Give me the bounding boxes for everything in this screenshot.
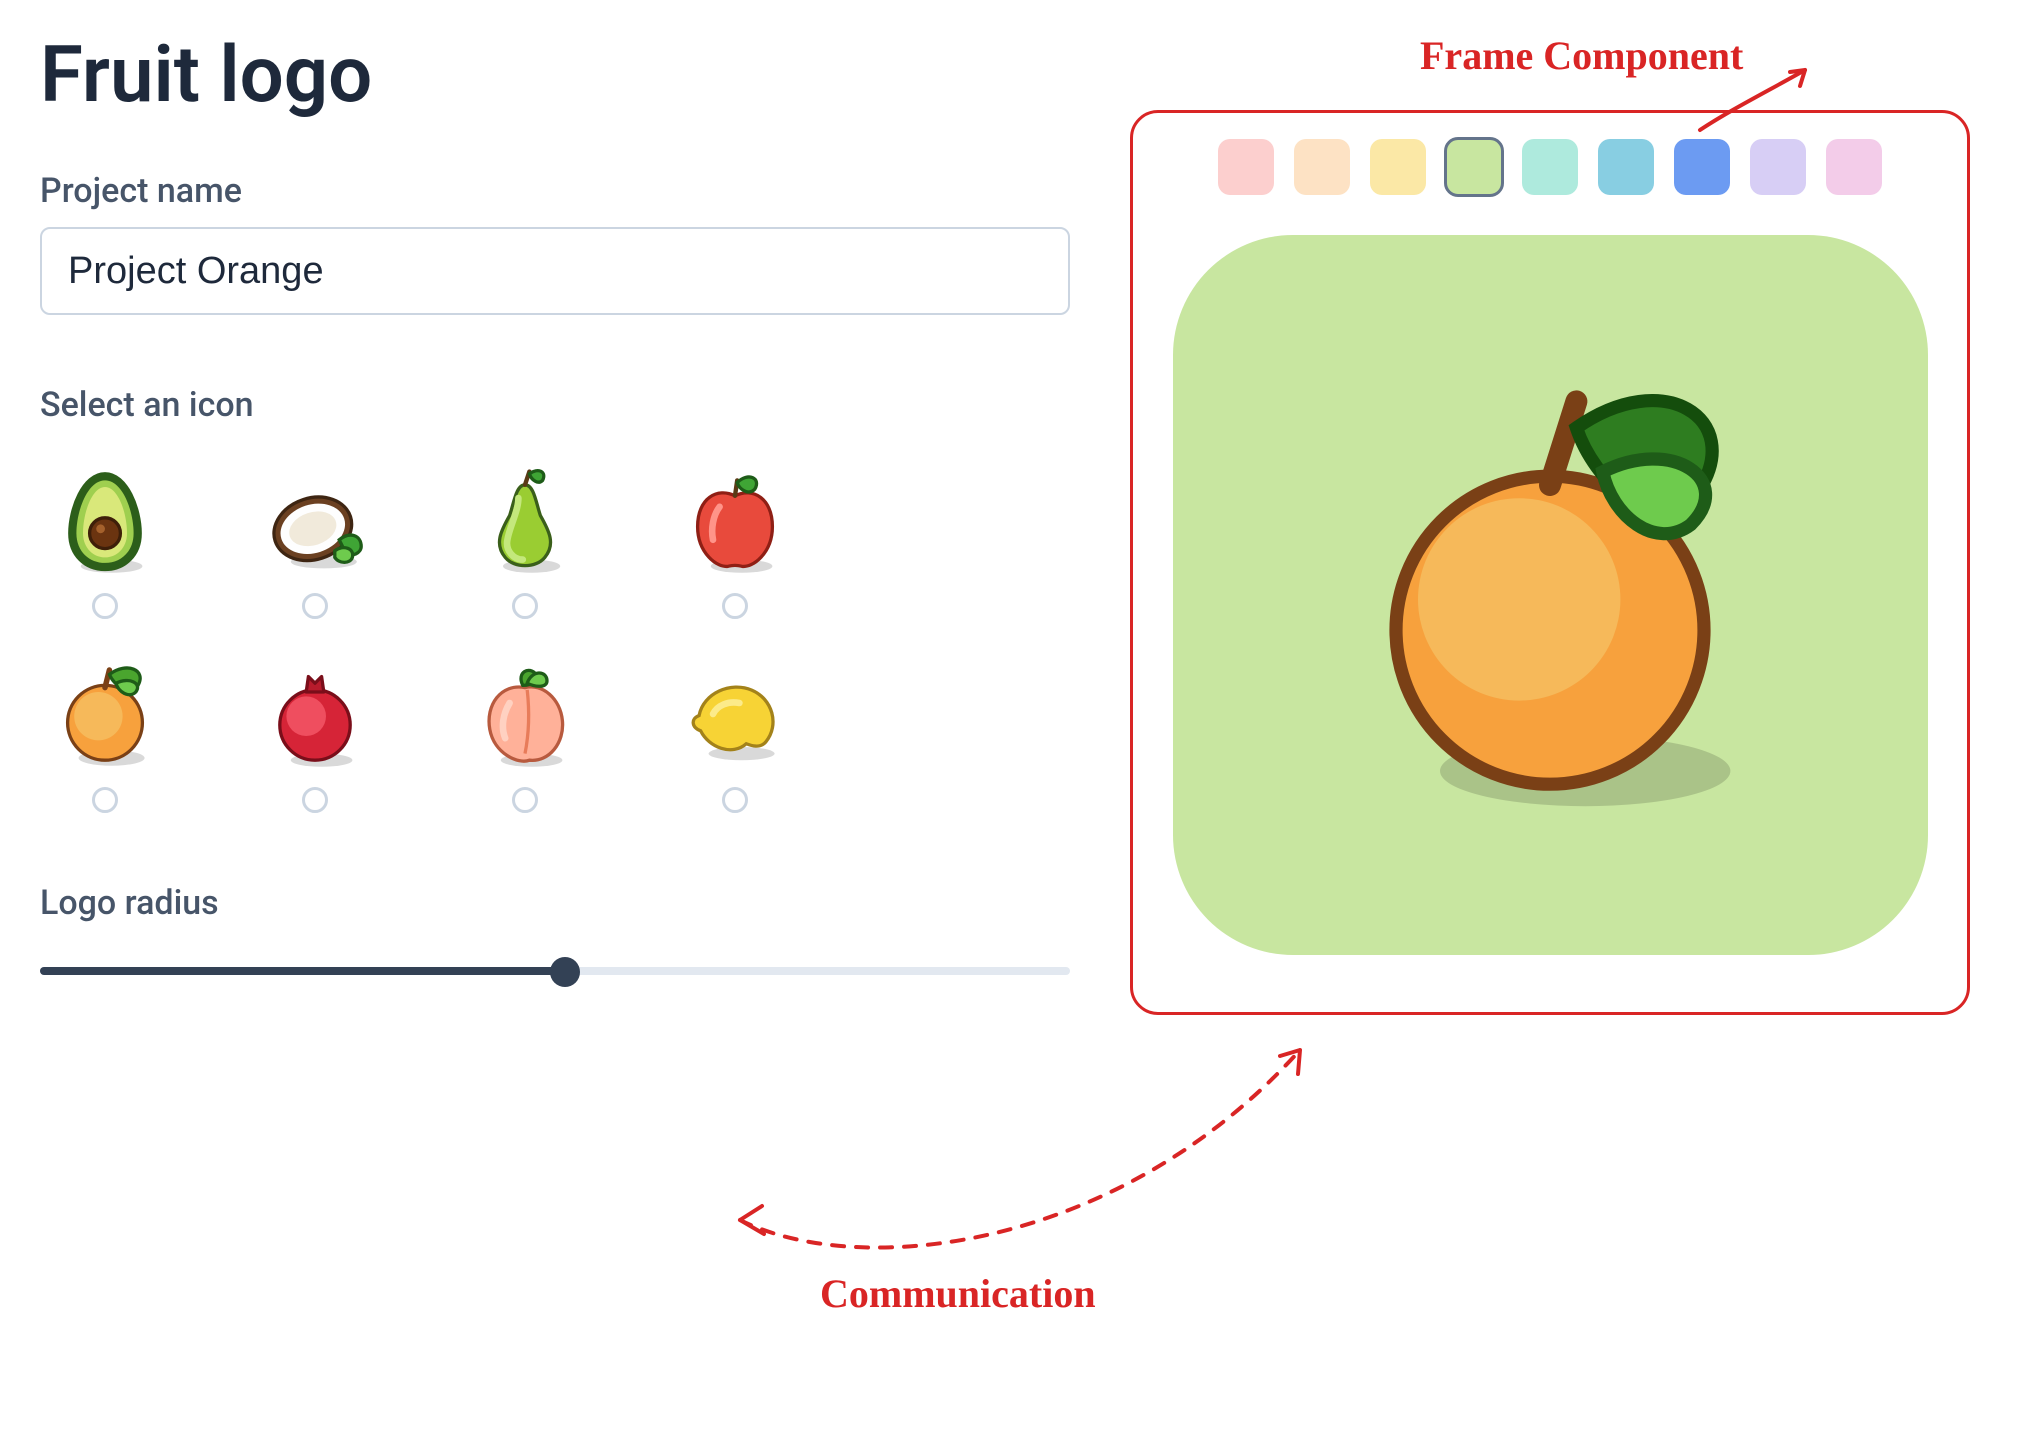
icon-option-peach[interactable] bbox=[460, 659, 590, 813]
color-swatch-0[interactable] bbox=[1218, 139, 1274, 195]
radio-lemon[interactable] bbox=[722, 787, 748, 813]
orange-icon bbox=[50, 659, 160, 769]
color-swatch-7[interactable] bbox=[1750, 139, 1806, 195]
annotation-arrow-frame-icon bbox=[1690, 60, 1820, 140]
logo-preview-icon bbox=[1330, 375, 1770, 815]
color-swatch-row bbox=[1161, 139, 1939, 195]
editor-panel: Fruit logo Project name Select an icon bbox=[40, 30, 1070, 1061]
slider-fill bbox=[40, 967, 565, 975]
project-name-label: Project name bbox=[40, 171, 1070, 211]
color-swatch-1[interactable] bbox=[1294, 139, 1350, 195]
icon-option-coconut[interactable] bbox=[250, 465, 380, 619]
radio-orange[interactable] bbox=[92, 787, 118, 813]
icon-option-pear[interactable] bbox=[460, 465, 590, 619]
radius-section: Logo radius bbox=[40, 883, 1070, 991]
radio-avocado[interactable] bbox=[92, 593, 118, 619]
radio-apple[interactable] bbox=[722, 593, 748, 619]
project-name-input[interactable] bbox=[40, 227, 1070, 315]
frame-component bbox=[1130, 110, 1970, 1015]
icon-option-avocado[interactable] bbox=[40, 465, 170, 619]
project-name-section: Project name bbox=[40, 171, 1070, 315]
icon-option-lemon[interactable] bbox=[670, 659, 800, 813]
page-title: Fruit logo bbox=[40, 30, 1070, 121]
annotation-arrow-communication-icon bbox=[700, 1020, 1340, 1280]
color-swatch-8[interactable] bbox=[1826, 139, 1882, 195]
lemon-icon bbox=[680, 659, 790, 769]
apple-icon bbox=[680, 465, 790, 575]
icon-option-orange[interactable] bbox=[40, 659, 170, 813]
pomegranate-icon bbox=[260, 659, 370, 769]
color-swatch-2[interactable] bbox=[1370, 139, 1426, 195]
color-swatch-4[interactable] bbox=[1522, 139, 1578, 195]
radius-label: Logo radius bbox=[40, 883, 1070, 923]
radio-peach[interactable] bbox=[512, 787, 538, 813]
icon-select-label: Select an icon bbox=[40, 385, 1070, 425]
radio-coconut[interactable] bbox=[302, 593, 328, 619]
icon-option-apple[interactable] bbox=[670, 465, 800, 619]
color-swatch-3[interactable] bbox=[1446, 139, 1502, 195]
pear-icon bbox=[470, 465, 580, 575]
coconut-icon bbox=[260, 465, 370, 575]
radio-pear[interactable] bbox=[512, 593, 538, 619]
peach-icon bbox=[470, 659, 580, 769]
slider-thumb[interactable] bbox=[550, 957, 580, 987]
color-swatch-6[interactable] bbox=[1674, 139, 1730, 195]
color-swatch-5[interactable] bbox=[1598, 139, 1654, 195]
radio-pomegranate[interactable] bbox=[302, 787, 328, 813]
icon-select-section: Select an icon bbox=[40, 385, 1070, 813]
icon-grid bbox=[40, 465, 1070, 813]
avocado-icon bbox=[50, 465, 160, 575]
radius-slider[interactable] bbox=[40, 951, 1070, 991]
icon-option-pomegranate[interactable] bbox=[250, 659, 380, 813]
logo-preview-tile bbox=[1173, 235, 1928, 955]
